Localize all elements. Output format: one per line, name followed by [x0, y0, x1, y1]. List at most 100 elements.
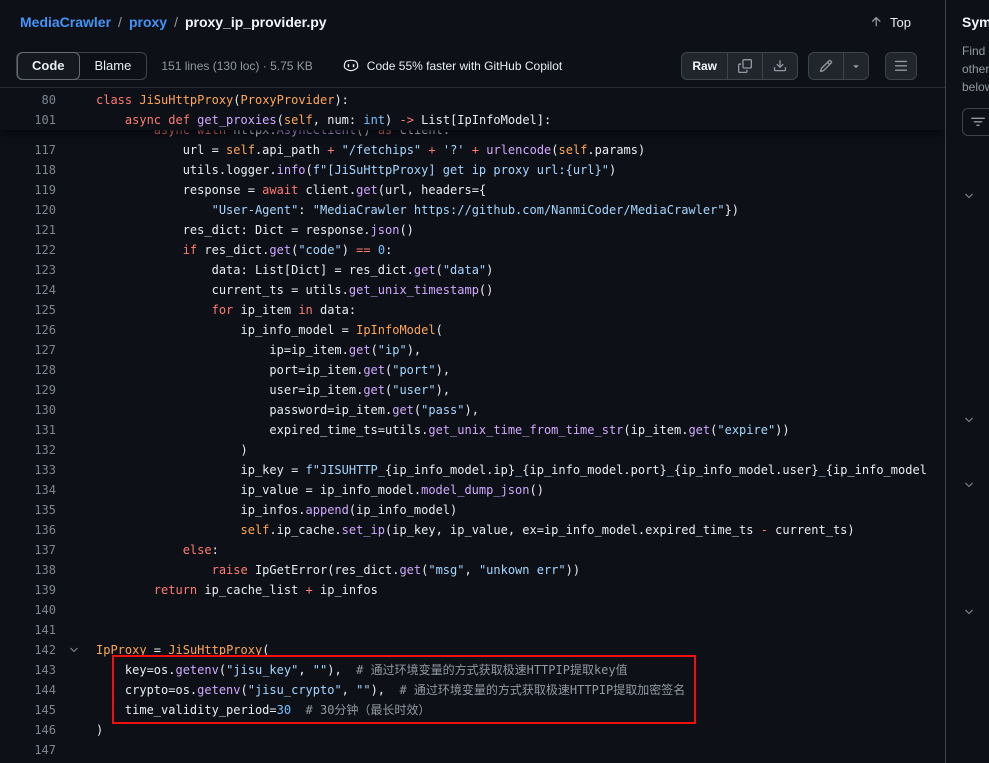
chevron-down-icon — [963, 190, 975, 202]
line-number[interactable]: 147 — [0, 740, 56, 760]
symbol-tree-toggle[interactable] — [963, 602, 989, 622]
breadcrumb: MediaCrawler / proxy / proxy_ip_provider… — [20, 14, 327, 30]
download-button[interactable] — [762, 53, 797, 79]
breadcrumb-folder-link[interactable]: proxy — [129, 14, 167, 30]
code-text: password=ip_item.get("pass"), — [96, 400, 479, 420]
fold-gutter — [56, 340, 96, 360]
line-number[interactable]: 123 — [0, 260, 56, 280]
code-line-80: 80class JiSuHttpProxy(ProxyProvider): — [0, 90, 945, 110]
three-bars-icon — [894, 59, 908, 73]
symbol-tree-toggle[interactable] — [963, 410, 989, 430]
line-number[interactable]: 126 — [0, 320, 56, 340]
line-number[interactable]: 146 — [0, 720, 56, 740]
code-line-131: 131 expired_time_ts=utils.get_unix_time_… — [0, 420, 945, 440]
line-number[interactable]: 137 — [0, 540, 56, 560]
copilot-icon — [343, 58, 359, 74]
fold-gutter — [56, 220, 96, 240]
line-number[interactable]: 101 — [0, 110, 56, 130]
line-number[interactable]: 127 — [0, 340, 56, 360]
line-number[interactable]: 128 — [0, 360, 56, 380]
line-number[interactable]: 139 — [0, 580, 56, 600]
raw-button-group: Raw — [681, 52, 798, 80]
raw-button[interactable]: Raw — [682, 53, 727, 79]
line-number[interactable]: 121 — [0, 220, 56, 240]
code-line-136: 136 self.ip_cache.set_ip(ip_key, ip_valu… — [0, 520, 945, 540]
line-number[interactable]: 130 — [0, 400, 56, 420]
fold-gutter — [56, 700, 96, 720]
line-number[interactable]: 133 — [0, 460, 56, 480]
fold-chevron-icon[interactable] — [56, 640, 96, 660]
code-text: ip_info_model = IpInfoModel( — [96, 320, 443, 340]
line-number[interactable] — [0, 130, 56, 140]
fold-gutter — [56, 320, 96, 340]
line-number[interactable]: 136 — [0, 520, 56, 540]
line-number[interactable]: 135 — [0, 500, 56, 520]
tab-blame[interactable]: Blame — [80, 52, 147, 80]
code-line-121: 121 res_dict: Dict = response.json() — [0, 220, 945, 240]
line-number[interactable]: 145 — [0, 700, 56, 720]
fold-gutter — [56, 560, 96, 580]
line-number[interactable]: 138 — [0, 560, 56, 580]
chevron-down-icon — [963, 414, 975, 426]
fold-gutter — [56, 160, 96, 180]
line-number[interactable]: 134 — [0, 480, 56, 500]
code-text: self.ip_cache.set_ip(ip_key, ip_value, e… — [96, 520, 855, 540]
code-line-127: 127 ip=ip_item.get("ip"), — [0, 340, 945, 360]
line-number[interactable]: 143 — [0, 660, 56, 680]
line-number[interactable]: 125 — [0, 300, 56, 320]
breadcrumb-repo-link[interactable]: MediaCrawler — [20, 14, 111, 30]
code-line-139: 139 return ip_cache_list + ip_infos — [0, 580, 945, 600]
code-line-145: 145 time_validity_period=30 # 30分钟（最长时效） — [0, 700, 945, 720]
line-number[interactable]: 142 — [0, 640, 56, 660]
line-number[interactable]: 140 — [0, 600, 56, 620]
fold-gutter — [56, 280, 96, 300]
line-number[interactable]: 118 — [0, 160, 56, 180]
line-number[interactable]: 119 — [0, 180, 56, 200]
code-text: response = await client.get(url, headers… — [96, 180, 486, 200]
line-number[interactable]: 117 — [0, 140, 56, 160]
line-number[interactable]: 120 — [0, 200, 56, 220]
symbols-panel-button[interactable] — [885, 52, 917, 80]
symbol-tree-toggle[interactable] — [963, 186, 989, 206]
fold-gutter — [56, 580, 96, 600]
fold-gutter — [56, 200, 96, 220]
code-line-141: 141 — [0, 620, 945, 640]
fold-gutter — [56, 680, 96, 700]
code-line-123: 123 data: List[Dict] = res_dict.get("dat… — [0, 260, 945, 280]
line-number[interactable]: 122 — [0, 240, 56, 260]
code-line-134: 134 ip_value = ip_info_model.model_dump_… — [0, 480, 945, 500]
filter-symbols-input[interactable] — [962, 108, 989, 136]
symbols-panel: Symbols Find definitions and references … — [945, 0, 989, 763]
copilot-banner-text: Code 55% faster with GitHub Copilot — [367, 59, 562, 73]
code-view: 80class JiSuHttpProxy(ProxyProvider):101… — [0, 88, 945, 763]
code-line-122: 122 if res_dict.get("code") == 0: — [0, 240, 945, 260]
copy-button[interactable] — [727, 53, 762, 79]
line-number[interactable]: 131 — [0, 420, 56, 440]
symbols-panel-content: Symbols Find definitions and references … — [946, 0, 989, 136]
line-number[interactable]: 141 — [0, 620, 56, 640]
edit-button[interactable] — [809, 53, 843, 79]
back-to-top-label: Top — [890, 15, 911, 30]
edit-dropdown-button[interactable] — [843, 53, 868, 79]
line-number[interactable]: 129 — [0, 380, 56, 400]
fold-gutter — [56, 440, 96, 460]
back-to-top-button[interactable]: Top — [869, 15, 911, 30]
symbol-tree-toggle[interactable] — [963, 475, 989, 495]
line-number[interactable]: 80 — [0, 90, 56, 110]
copilot-banner[interactable]: Code 55% faster with GitHub Copilot — [343, 58, 562, 74]
code-text: ip_infos.append(ip_info_model) — [96, 500, 457, 520]
code-text: crypto=os.getenv("jisu_crypto", ""), # 通… — [96, 680, 685, 700]
code-line-135: 135 ip_infos.append(ip_info_model) — [0, 500, 945, 520]
line-number[interactable]: 132 — [0, 440, 56, 460]
fold-gutter — [56, 420, 96, 440]
fold-gutter — [56, 110, 96, 130]
code-text: res_dict: Dict = response.json() — [96, 220, 414, 240]
fold-gutter — [56, 380, 96, 400]
fold-gutter — [56, 400, 96, 420]
line-number[interactable]: 124 — [0, 280, 56, 300]
code-text: ip=ip_item.get("ip"), — [96, 340, 421, 360]
tab-code[interactable]: Code — [17, 52, 80, 80]
code-line-125: 125 for ip_item in data: — [0, 300, 945, 320]
symbols-panel-caption: Find definitions and references for func… — [962, 42, 989, 96]
line-number[interactable]: 144 — [0, 680, 56, 700]
